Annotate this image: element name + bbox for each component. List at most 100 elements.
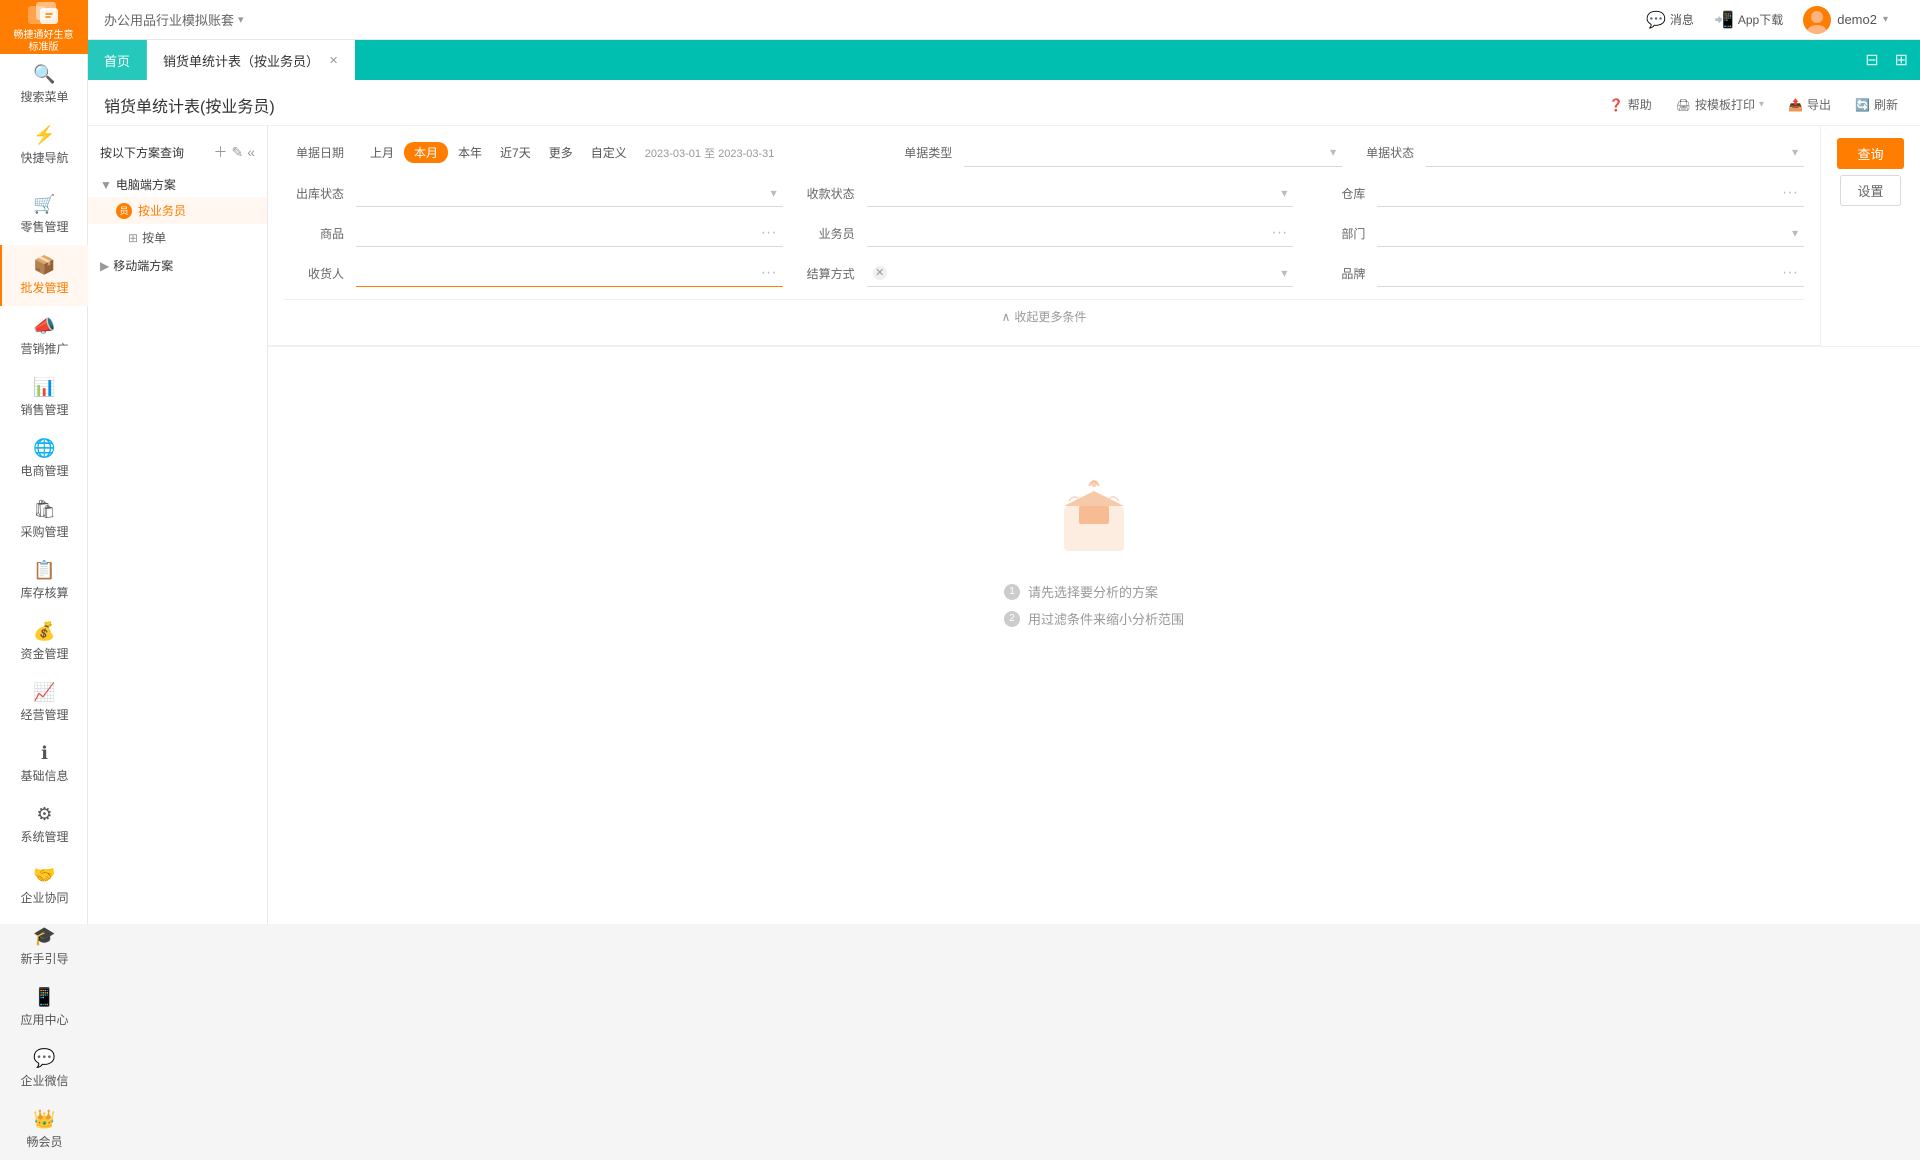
- edit-schema-btn[interactable]: ✎: [231, 142, 243, 162]
- sidebar-item-label-marketing: 营销推广: [20, 340, 68, 357]
- help-btn[interactable]: ❓ 帮助: [1603, 92, 1658, 117]
- sidebar-item-quick[interactable]: ⚡ 快捷导航: [0, 115, 88, 176]
- sidebar-item-wechat[interactable]: 💬 企业微信: [0, 1038, 88, 1099]
- tab-sales-stat-label: 销货单统计表（按业务员）: [163, 51, 319, 70]
- page-title: 销货单统计表(按业务员): [104, 93, 275, 117]
- wechat-icon: 💬: [33, 1048, 55, 1069]
- goods-control[interactable]: ···: [356, 219, 783, 247]
- add-schema-btn[interactable]: ＋: [213, 142, 227, 162]
- sidebar-item-purchase[interactable]: 🛍 采购管理: [0, 489, 88, 550]
- sidebar-item-sales[interactable]: 📊 销售管理: [0, 367, 88, 428]
- sales-icon: 📊: [33, 377, 55, 398]
- sidebar-item-enterprise[interactable]: 🤝 企业协同: [0, 855, 88, 916]
- settlement-control[interactable]: ✕ ▾: [867, 259, 1294, 287]
- collapse-label: 收起更多条件: [1014, 308, 1086, 325]
- settlement-label: 结算方式: [795, 265, 855, 282]
- sidebar-item-search[interactable]: 🔍 搜索菜单: [0, 54, 88, 115]
- warehouse-control[interactable]: ···: [1377, 179, 1804, 207]
- export-icon: 📤: [1788, 98, 1803, 112]
- tab-maximize-btn[interactable]: ⊞: [1891, 46, 1912, 74]
- schema-sub-item-by-order[interactable]: ⊞ 按单: [88, 224, 267, 251]
- date-tab-this-month[interactable]: 本月: [404, 142, 448, 163]
- topbar: 办公用品行业模拟账套 ▾ 💬 消息 📲 App下载 demo2 ▾: [88, 0, 1920, 40]
- recipient-control[interactable]: ···: [356, 259, 783, 287]
- message-btn[interactable]: 💬 消息: [1646, 10, 1694, 30]
- topbar-chevron-icon[interactable]: ▾: [238, 13, 244, 26]
- tab-home-label: 首页: [104, 51, 130, 70]
- sidebar-item-label-operations: 经营管理: [20, 706, 68, 723]
- quick-icon: ⚡: [33, 125, 55, 146]
- sidebar-item-inventory[interactable]: 📋 库存核算: [0, 550, 88, 611]
- tab-close-icon[interactable]: ✕: [329, 54, 338, 67]
- help-icon: ❓: [1609, 98, 1624, 112]
- date-tab-custom[interactable]: 自定义: [583, 142, 635, 163]
- date-tab-this-year[interactable]: 本年: [450, 142, 490, 163]
- print-dropdown-icon: ▾: [1759, 99, 1764, 110]
- app-download-icon: 📲: [1714, 10, 1734, 30]
- sidebar-item-base[interactable]: ℹ 基础信息: [0, 733, 88, 794]
- collapse-panel-btn[interactable]: «: [247, 142, 255, 162]
- newbie-icon: 🎓: [33, 926, 55, 947]
- sidebar-item-member[interactable]: 👑 畅会员: [0, 1099, 88, 1160]
- warehouse-dots: ···: [1782, 184, 1798, 202]
- tab-home[interactable]: 首页: [88, 40, 147, 80]
- refresh-btn[interactable]: 🔄 刷新: [1849, 92, 1904, 117]
- page-header: 销货单统计表(按业务员) ❓ 帮助 🖨 按模板打印 ▾ 📤 导出 🔄 刷新: [88, 80, 1920, 126]
- sidebar-item-label-base: 基础信息: [20, 767, 68, 784]
- settings-btn[interactable]: 设置: [1840, 175, 1900, 206]
- sidebar-item-system[interactable]: ⚙ 系统管理: [0, 794, 88, 855]
- logo-text: 畅捷通好生意: [14, 30, 74, 42]
- query-btn[interactable]: 查询: [1837, 138, 1903, 169]
- sidebar-item-finance[interactable]: 💰 资金管理: [0, 611, 88, 672]
- sidebar-item-retail[interactable]: 🛒 零售管理: [0, 184, 88, 245]
- header-right: 💬 消息 📲 App下载 demo2 ▾: [1646, 6, 1904, 34]
- logo-subtext: 标准版: [29, 42, 59, 54]
- staff-control[interactable]: ···: [867, 219, 1294, 247]
- sidebar-item-newbie[interactable]: 🎓 新手引导: [0, 916, 88, 977]
- date-tabs-control[interactable]: 上月 本月 本年 近7天 更多 自定义 2023-03-01 至 2023-03…: [356, 138, 880, 167]
- sidebar-item-marketing[interactable]: 📣 营销推广: [0, 306, 88, 367]
- empty-tip-2-text: 用过滤条件来缩小分析范围: [1028, 609, 1184, 628]
- schema-group-mobile: ▶ 移动端方案: [88, 251, 267, 278]
- topbar-title: 办公用品行业模拟账套 ▾: [104, 10, 244, 29]
- logo-icon: [26, 0, 62, 28]
- tab-sales-stat[interactable]: 销货单统计表（按业务员） ✕: [147, 40, 355, 80]
- brand-control[interactable]: ···: [1377, 259, 1804, 287]
- print-btn[interactable]: 🖨 按模板打印 ▾: [1670, 92, 1770, 117]
- finance-icon: 💰: [33, 621, 55, 642]
- collection-status-control[interactable]: ▾: [867, 179, 1294, 207]
- schema-item-by-staff[interactable]: 员 按业务员: [88, 197, 267, 224]
- date-tab-more[interactable]: 更多: [541, 142, 581, 163]
- sidebar-logo[interactable]: 畅捷通好生意 标准版: [0, 0, 88, 54]
- date-range-text: 2023-03-01 至 2023-03-31: [645, 145, 775, 161]
- doc-status-control[interactable]: ▾: [1426, 139, 1804, 167]
- user-profile[interactable]: demo2 ▾: [1803, 6, 1888, 34]
- brand-label: 品牌: [1305, 265, 1365, 282]
- nav-tabs: 首页 销货单统计表（按业务员） ✕ ⊟ ⊞: [88, 40, 1920, 80]
- marketing-icon: 📣: [33, 316, 55, 337]
- out-status-control[interactable]: ▾: [356, 179, 783, 207]
- filter-area: 单据日期 上月 本月 本年 近7天 更多 自定义 2023-03-01 至 20…: [268, 126, 1820, 346]
- user-name: demo2: [1837, 12, 1877, 27]
- sidebar-item-wholesale[interactable]: 📦 批发管理: [0, 245, 88, 306]
- refresh-label: 刷新: [1874, 96, 1898, 113]
- doc-type-control[interactable]: ▾: [964, 139, 1342, 167]
- collapse-btn[interactable]: ∧ 收起更多条件: [284, 299, 1804, 333]
- app-download-btn[interactable]: 📲 App下载: [1714, 10, 1783, 30]
- sidebar-item-operations[interactable]: 📈 经营管理: [0, 672, 88, 733]
- avatar-img: [1803, 6, 1831, 34]
- schema-group-pc-title[interactable]: ▼ 电脑端方案: [88, 170, 267, 197]
- settlement-clear-btn[interactable]: ✕: [873, 266, 887, 280]
- sidebar-item-apps[interactable]: 📱 应用中心: [0, 977, 88, 1038]
- schema-group-mobile-title[interactable]: ▶ 移动端方案: [88, 251, 267, 278]
- schema-group-mobile-label: 移动端方案: [113, 257, 173, 274]
- sidebar-item-label-wechat: 企业微信: [20, 1072, 68, 1089]
- user-dropdown-icon: ▾: [1883, 14, 1888, 25]
- date-tab-7days[interactable]: 近7天: [492, 142, 539, 163]
- export-btn[interactable]: 📤 导出: [1782, 92, 1837, 117]
- message-icon: 💬: [1646, 10, 1666, 30]
- tab-minimize-btn[interactable]: ⊟: [1861, 46, 1882, 74]
- dept-control[interactable]: ▾: [1377, 219, 1804, 247]
- sidebar-item-ecommerce[interactable]: 🌐 电商管理: [0, 428, 88, 489]
- date-tab-last-month[interactable]: 上月: [362, 142, 402, 163]
